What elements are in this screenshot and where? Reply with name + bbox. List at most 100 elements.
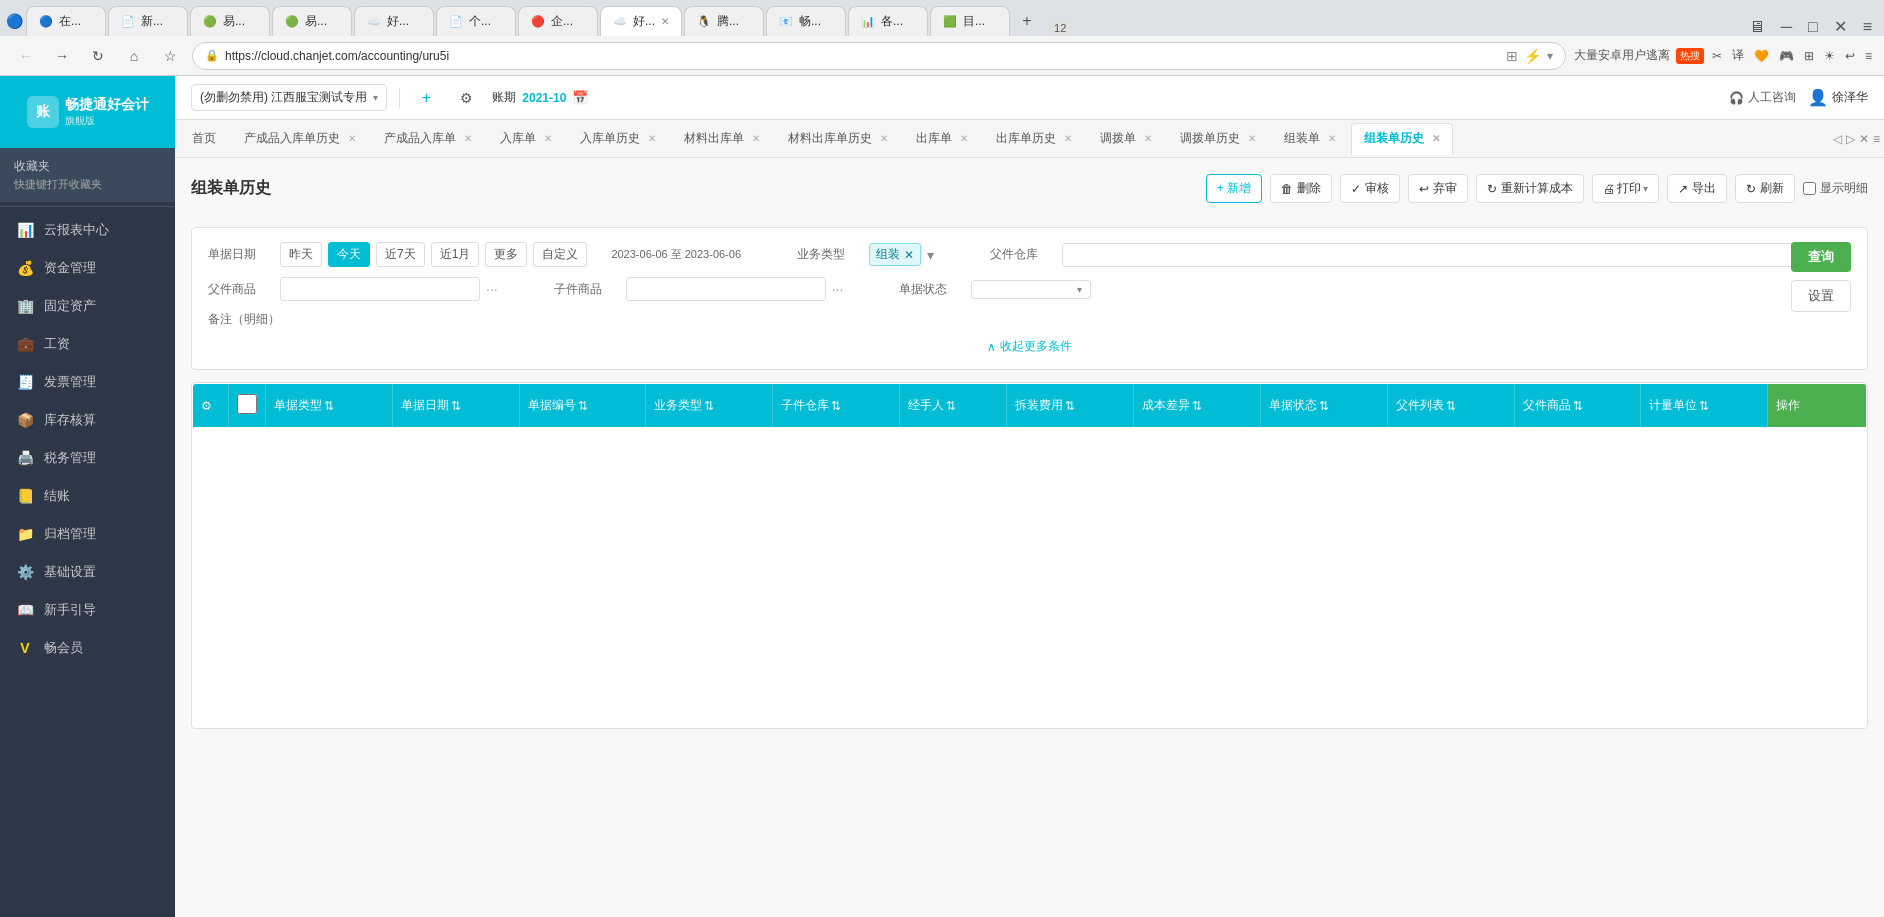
- date-btn-today[interactable]: 今天: [328, 242, 370, 267]
- sidebar-bookmark[interactable]: 收藏夹 快捷键打开收藏夹: [0, 148, 175, 202]
- close-tab-2[interactable]: ✕: [464, 133, 472, 144]
- sidebar-item-guide[interactable]: 📖 新手引导: [0, 591, 175, 629]
- filter-setting-button[interactable]: 设置: [1791, 280, 1851, 312]
- window-minimize[interactable]: ─: [1781, 18, 1792, 36]
- menu-icon[interactable]: ≡: [1865, 49, 1872, 63]
- window-close[interactable]: ✕: [1834, 17, 1847, 36]
- nav-tab-material-outbound[interactable]: 材料出库单 ✕: [671, 123, 773, 155]
- window-maximize[interactable]: □: [1808, 18, 1818, 36]
- select-all-checkbox[interactable]: [237, 394, 257, 414]
- back-button[interactable]: ←: [12, 42, 40, 70]
- nav-tab-assembly[interactable]: 组装单 ✕: [1271, 123, 1349, 155]
- abandon-button[interactable]: ↩ 弃审: [1408, 174, 1468, 203]
- sort-number[interactable]: 单据编号 ⇅: [528, 397, 638, 414]
- date-btn-1month[interactable]: 近1月: [431, 242, 480, 267]
- close-tab-3[interactable]: ✕: [544, 133, 552, 144]
- home-button[interactable]: ⌂: [120, 42, 148, 70]
- parent-warehouse-input[interactable]: [1062, 243, 1833, 267]
- browser-tab-4[interactable]: 🟢 易...: [272, 6, 352, 36]
- browser-tab-7[interactable]: 🔴 企...: [518, 6, 598, 36]
- close-tab-6[interactable]: ✕: [880, 133, 888, 144]
- export-button[interactable]: ↗ 导出: [1667, 174, 1727, 203]
- sort-business[interactable]: 业务类型 ⇅: [654, 397, 764, 414]
- sidebar-item-reports[interactable]: 📊 云报表中心: [0, 211, 175, 249]
- sort-type[interactable]: 单据类型 ⇅: [274, 397, 384, 414]
- browser-tab-9[interactable]: 🐧 腾...: [684, 6, 764, 36]
- company-selector[interactable]: (勿删勿禁用) 江西服宝测试专用 ▾: [191, 84, 387, 111]
- sort-cost-diff[interactable]: 成本差异 ⇅: [1142, 397, 1252, 414]
- sort-unit[interactable]: 计量单位 ⇅: [1649, 397, 1759, 414]
- sidebar-item-fixed-assets[interactable]: 🏢 固定资产: [0, 287, 175, 325]
- tab-prev-icon[interactable]: ◁: [1833, 132, 1842, 146]
- window-menu[interactable]: ≡: [1863, 18, 1872, 36]
- bookmark-button[interactable]: ☆: [156, 42, 184, 70]
- tab-next-icon[interactable]: ▷: [1846, 132, 1855, 146]
- th-settings[interactable]: ⚙: [193, 384, 229, 428]
- close-tab-9[interactable]: ✕: [1144, 133, 1152, 144]
- business-type-dropdown-icon[interactable]: ▾: [927, 247, 934, 263]
- table-gear-icon[interactable]: ⚙: [201, 399, 212, 413]
- tab-close-all-icon[interactable]: ✕: [1859, 132, 1869, 146]
- sort-parent-list[interactable]: 父件列表 ⇅: [1396, 397, 1506, 414]
- print-button[interactable]: 🖨 打印 ▾: [1592, 174, 1659, 203]
- nav-tab-inbound-history[interactable]: 入库单历史 ✕: [567, 123, 669, 155]
- sidebar-item-salary[interactable]: 💼 工资: [0, 325, 175, 363]
- nav-tab-inbound[interactable]: 入库单 ✕: [487, 123, 565, 155]
- nav-tab-transfer-history[interactable]: 调拨单历史 ✕: [1167, 123, 1269, 155]
- sort-status[interactable]: 单据状态 ⇅: [1269, 397, 1379, 414]
- sidebar-item-invoice[interactable]: 🧾 发票管理: [0, 363, 175, 401]
- child-goods-input[interactable]: [626, 277, 826, 301]
- browser-tab-5[interactable]: ☁️ 好...: [354, 6, 434, 36]
- sort-handler[interactable]: 经手人 ⇅: [908, 397, 998, 414]
- collapse-button[interactable]: ∧ 收起更多条件: [208, 338, 1851, 355]
- bill-status-dropdown[interactable]: ▾: [971, 280, 1091, 299]
- sort-child-warehouse[interactable]: 子件仓库 ⇅: [781, 397, 891, 414]
- recalculate-button[interactable]: ↻ 重新计算成本: [1476, 174, 1584, 203]
- tab-close-icon[interactable]: ✕: [661, 16, 669, 27]
- sidebar-item-inventory[interactable]: 📦 库存核算: [0, 401, 175, 439]
- date-btn-yesterday[interactable]: 昨天: [280, 242, 322, 267]
- forward-button[interactable]: →: [48, 42, 76, 70]
- tab-more-icon[interactable]: ≡: [1873, 132, 1880, 146]
- url-dropdown-icon[interactable]: ▾: [1547, 49, 1553, 63]
- sidebar-item-tax[interactable]: 🖨️ 税务管理: [0, 439, 175, 477]
- query-button[interactable]: 查询: [1791, 242, 1851, 272]
- close-tab-10[interactable]: ✕: [1248, 133, 1256, 144]
- nav-tab-assembly-history[interactable]: 组装单历史 ✕: [1351, 123, 1453, 155]
- show-details-checkbox[interactable]: [1803, 182, 1816, 195]
- business-type-tag-close[interactable]: ✕: [904, 248, 914, 262]
- calendar-icon[interactable]: 📅: [572, 90, 588, 105]
- add-company-btn[interactable]: +: [412, 84, 440, 112]
- refresh-button-toolbar[interactable]: ↻ 刷新: [1735, 174, 1795, 203]
- date-btn-custom[interactable]: 自定义: [533, 242, 587, 267]
- close-tab-4[interactable]: ✕: [648, 133, 656, 144]
- child-goods-ellipsis[interactable]: ···: [832, 281, 844, 297]
- browser-tab-8[interactable]: ☁️ 好... ✕: [600, 6, 682, 36]
- browser-tab-3[interactable]: 🟢 易...: [190, 6, 270, 36]
- nav-tab-material-outbound-history[interactable]: 材料出库单历史 ✕: [775, 123, 901, 155]
- sidebar-item-settings[interactable]: ⚙️ 基础设置: [0, 553, 175, 591]
- sidebar-item-settle[interactable]: 📒 结账: [0, 477, 175, 515]
- close-tab-11[interactable]: ✕: [1328, 133, 1336, 144]
- browser-tab-11[interactable]: 📊 各...: [848, 6, 928, 36]
- browser-tab-10[interactable]: 📧 畅...: [766, 6, 846, 36]
- sort-date[interactable]: 单据日期 ⇅: [401, 397, 511, 414]
- close-tab-1[interactable]: ✕: [348, 133, 356, 144]
- close-tab-12[interactable]: ✕: [1432, 133, 1440, 144]
- user-button[interactable]: 👤 徐泽华: [1808, 88, 1868, 107]
- nav-tab-outbound[interactable]: 出库单 ✕: [903, 123, 981, 155]
- date-btn-7days[interactable]: 近7天: [376, 242, 425, 267]
- date-btn-more[interactable]: 更多: [485, 242, 527, 267]
- sidebar-item-archive[interactable]: 📁 归档管理: [0, 515, 175, 553]
- nav-tab-outbound-history[interactable]: 出库单历史 ✕: [983, 123, 1085, 155]
- help-button[interactable]: 🎧 人工咨询: [1729, 89, 1796, 106]
- browser-tab-2[interactable]: 📄 新...: [108, 6, 188, 36]
- url-bar[interactable]: 🔒 https://cloud.chanjet.com/accounting/u…: [192, 42, 1566, 70]
- nav-tab-product-inbound[interactable]: 产成品入库单 ✕: [371, 123, 485, 155]
- sort-disassembly-cost[interactable]: 拆装费用 ⇅: [1015, 397, 1125, 414]
- add-button[interactable]: + 新增: [1206, 174, 1262, 203]
- sidebar-item-vip[interactable]: V 畅会员: [0, 629, 175, 667]
- audit-button[interactable]: ✓ 审核: [1340, 174, 1400, 203]
- sidebar-item-funds[interactable]: 💰 资金管理: [0, 249, 175, 287]
- browser-tab-6[interactable]: 📄 个...: [436, 6, 516, 36]
